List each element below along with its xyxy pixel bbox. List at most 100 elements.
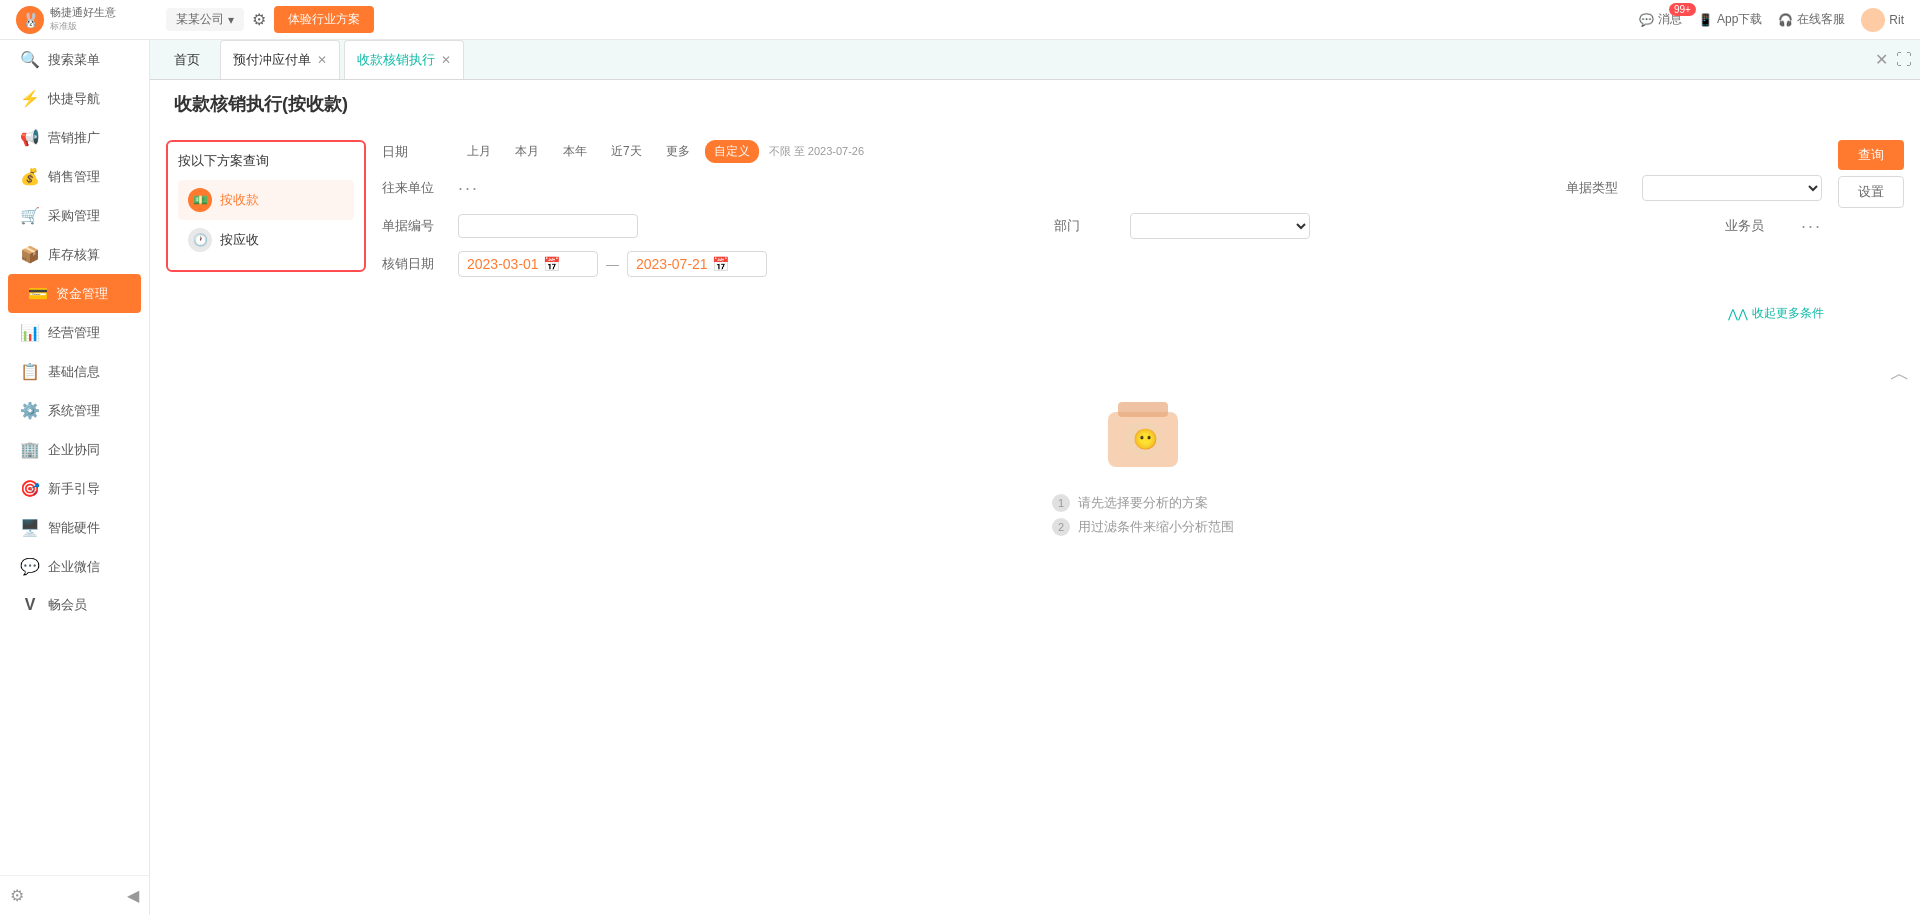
sidebar-item-collaboration[interactable]: 🏢 企业协同 <box>0 430 149 469</box>
tab-home[interactable]: 首页 <box>158 40 216 79</box>
empty-hints: 1 请先选择要分析的方案 2 用过滤条件来缩小分析范围 <box>1052 494 1234 536</box>
filter-option-by-receipt[interactable]: 💵 按收款 <box>178 180 354 220</box>
tab-writeoff-label: 收款核销执行 <box>357 51 435 69</box>
box-icon: 📦 <box>20 245 40 264</box>
gear-bottom-icon[interactable]: ⚙ <box>10 886 24 905</box>
top-bar-right: 💬 消息 99+ 📱 App下载 🎧 在线客服 Rit <box>1639 8 1904 32</box>
message-button[interactable]: 💬 消息 99+ <box>1639 11 1682 28</box>
writeoff-start-field[interactable]: 2023-03-01 📅 <box>458 251 598 277</box>
sidebar-bottom: ⚙ ◀ <box>0 875 149 915</box>
chevron-down-icon: ▾ <box>228 13 234 27</box>
orderno-label: 单据编号 <box>382 217 442 235</box>
content-area: 按以下方案查询 💵 按收款 🕐 按应收 日期 <box>150 124 1920 915</box>
sidebar-item-marketing[interactable]: 📢 营销推广 <box>0 118 149 157</box>
sidebar-item-label: 企业协同 <box>48 441 100 459</box>
sidebar-item-label: 经营管理 <box>48 324 100 342</box>
sidebar-item-finance[interactable]: 💳 资金管理 <box>8 274 141 313</box>
svg-rect-1 <box>1118 402 1168 417</box>
sidebar-item-label: 智能硬件 <box>48 519 100 537</box>
tab-writeoff[interactable]: 收款核销执行 ✕ <box>344 40 464 79</box>
sidebar-item-label: 搜索菜单 <box>48 51 100 69</box>
tab-prepay-close[interactable]: ✕ <box>317 53 327 67</box>
writeoff-end-field[interactable]: 2023-07-21 📅 <box>627 251 767 277</box>
sidebar-item-operations[interactable]: 📊 经营管理 <box>0 313 149 352</box>
sidebar-item-label: 快捷导航 <box>48 90 100 108</box>
tab-bar-actions: ✕ ⛶ <box>1875 50 1912 69</box>
app-version: 标准版 <box>50 20 116 33</box>
empty-state: 😶 1 请先选择要分析的方案 2 用过滤条件来缩小分析范围 <box>382 322 1904 596</box>
date-btn-more[interactable]: 更多 <box>657 140 699 163</box>
gear-icon[interactable]: ⚙ <box>252 10 266 29</box>
page-title: 收款核销执行(按收款) <box>174 92 1896 116</box>
sidebar-item-label: 系统管理 <box>48 402 100 420</box>
sidebar-item-basic-info[interactable]: 📋 基础信息 <box>0 352 149 391</box>
writeoff-end-value: 2023-07-21 <box>636 256 708 272</box>
filter-layout: 按以下方案查询 💵 按收款 🕐 按应收 日期 <box>150 124 1920 612</box>
solution-button[interactable]: 体验行业方案 <box>274 6 374 33</box>
tab-prepay[interactable]: 预付冲应付单 ✕ <box>220 40 340 79</box>
tab-writeoff-close[interactable]: ✕ <box>441 53 451 67</box>
dept-select[interactable] <box>1130 213 1310 239</box>
filter-left-panel: 按以下方案查询 💵 按收款 🕐 按应收 <box>166 140 366 272</box>
collapse-more-btn[interactable]: ⋀⋀ 收起更多条件 <box>1728 305 1824 322</box>
filter-row-partner: 往来单位 ··· 单据类型 <box>382 175 1822 201</box>
sidebar-item-label: 企业微信 <box>48 558 100 576</box>
filter-right-panel: 日期 上月 本月 本年 近7天 更多 自定义 不限 至 2023-07-26 <box>382 140 1904 596</box>
online-service-button[interactable]: 🎧 在线客服 <box>1778 11 1845 28</box>
sidebar-item-label: 畅会员 <box>48 596 87 614</box>
chart-icon: 📊 <box>20 323 40 342</box>
user-name: Rit <box>1889 13 1904 27</box>
collapse-sidebar-icon[interactable]: ◀ <box>127 886 139 905</box>
query-button[interactable]: 查询 <box>1838 140 1904 170</box>
filter-option-receivable-label: 按应收 <box>220 231 259 249</box>
settings-button[interactable]: 设置 <box>1838 176 1904 208</box>
sidebar-item-inventory[interactable]: 📦 库存核算 <box>0 235 149 274</box>
hint-num-1: 1 <box>1052 494 1070 512</box>
order-type-label: 单据类型 <box>1566 179 1626 197</box>
wechat-icon: 💬 <box>20 557 40 576</box>
flash-icon: ⚡ <box>20 89 40 108</box>
date-btn-custom[interactable]: 自定义 <box>705 140 759 163</box>
page-header: 收款核销执行(按收款) 📤 导出 ↻ 刷新 <box>150 80 1920 124</box>
filter-option-receipt-label: 按收款 <box>220 191 259 209</box>
mobile-icon: 📱 <box>1698 13 1713 27</box>
app-download-button[interactable]: 📱 App下载 <box>1698 11 1762 28</box>
tab-bar: 首页 预付冲应付单 ✕ 收款核销执行 ✕ ✕ ⛶ <box>150 40 1920 80</box>
sidebar-item-wechat[interactable]: 💬 企业微信 <box>0 547 149 586</box>
sidebar-item-sales[interactable]: 💰 销售管理 <box>0 157 149 196</box>
user-profile[interactable]: Rit <box>1861 8 1904 32</box>
sidebar-item-system[interactable]: ⚙️ 系统管理 <box>0 391 149 430</box>
order-type-select[interactable] <box>1642 175 1822 201</box>
hint-num-2: 2 <box>1052 518 1070 536</box>
clipboard-icon: 📋 <box>20 362 40 381</box>
sidebar-item-search[interactable]: 🔍 搜索菜单 <box>0 40 149 79</box>
dept-label: 部门 <box>1054 217 1114 235</box>
expand-tab-icon[interactable]: ⛶ <box>1896 51 1912 69</box>
top-bar: 🐰 畅捷通好生意 标准版 某某公司 ▾ ⚙ 体验行业方案 💬 消息 99+ 📱 … <box>0 0 1920 40</box>
sidebar-item-label: 采购管理 <box>48 207 100 225</box>
sidebar-item-guide[interactable]: 🎯 新手引导 <box>0 469 149 508</box>
company-selector[interactable]: 某某公司 ▾ <box>166 8 244 31</box>
close-tab-icon[interactable]: ✕ <box>1875 50 1888 69</box>
calendar-start-icon[interactable]: 📅 <box>543 256 560 272</box>
date-btn-thisyear[interactable]: 本年 <box>554 140 596 163</box>
date-btn-thismonth[interactable]: 本月 <box>506 140 548 163</box>
sidebar-item-label: 库存核算 <box>48 246 100 264</box>
date-btn-lastmonth[interactable]: 上月 <box>458 140 500 163</box>
orderno-input[interactable] <box>458 214 638 238</box>
calendar-end-icon[interactable]: 📅 <box>712 256 729 272</box>
sidebar-item-member[interactable]: V 畅会员 <box>0 586 149 624</box>
sidebar-item-hardware[interactable]: 🖥️ 智能硬件 <box>0 508 149 547</box>
receipt-icon: 💵 <box>188 188 212 212</box>
date-btn-7days[interactable]: 近7天 <box>602 140 651 163</box>
staff-dots: ··· <box>1801 216 1822 237</box>
sidebar-item-purchase[interactable]: 🛒 采购管理 <box>0 196 149 235</box>
logo-text-block: 畅捷通好生意 标准版 <box>50 6 116 32</box>
filter-option-by-receivable[interactable]: 🕐 按应收 <box>178 220 354 260</box>
logo-area: 🐰 畅捷通好生意 标准版 <box>16 6 166 34</box>
sidebar-item-quicknav[interactable]: ⚡ 快捷导航 <box>0 79 149 118</box>
sidebar-item-label: 销售管理 <box>48 168 100 186</box>
partner-label: 往来单位 <box>382 179 442 197</box>
main-content: 首页 预付冲应付单 ✕ 收款核销执行 ✕ ✕ ⛶ 收款核销执行(按收款) 📤 导… <box>150 40 1920 915</box>
avatar <box>1861 8 1885 32</box>
